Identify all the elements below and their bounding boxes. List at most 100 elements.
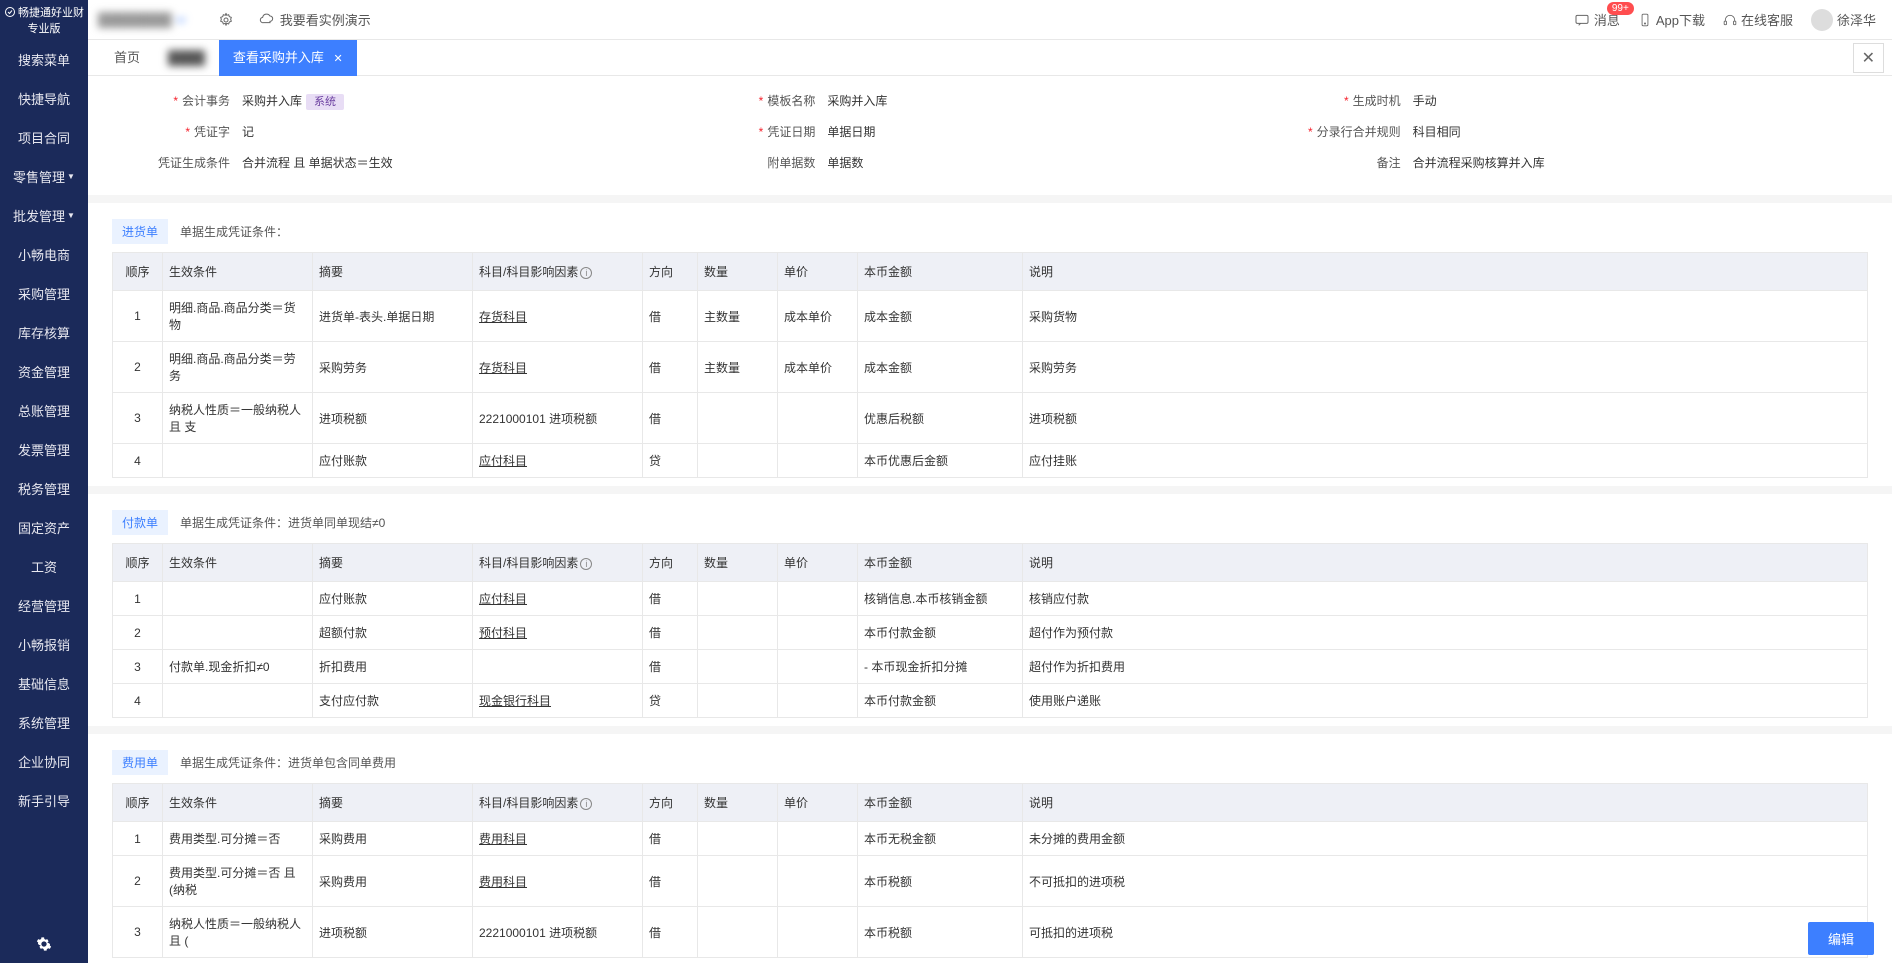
close-all-tabs[interactable]: ✕	[1853, 43, 1884, 73]
table-cell: 3	[113, 650, 163, 684]
org-selector[interactable]: ████████	[90, 8, 194, 31]
sidebar-item[interactable]: 采购管理	[0, 274, 88, 313]
table-row: 4应付账款应付科目贷本币优惠后金额应付挂账	[113, 444, 1868, 478]
table-cell	[778, 650, 858, 684]
form-value: 单据日期	[827, 123, 875, 140]
sidebar-item[interactable]: 工资	[0, 547, 88, 586]
close-icon[interactable]: ✕	[334, 53, 343, 65]
demo-link[interactable]: 我要看实例演示	[258, 10, 371, 29]
form-section: 会计事务采购并入库系统模板名称采购并入库生成时机手动凭证字记凭证日期单据日期分录…	[88, 76, 1892, 195]
sidebar-item[interactable]: 发票管理	[0, 430, 88, 469]
table-row: 2超额付款预付科目借本币付款金额超付作为预付款	[113, 616, 1868, 650]
account-link[interactable]: 存货科目	[479, 310, 527, 324]
sidebar-item[interactable]: 项目合同	[0, 118, 88, 157]
gear-icon	[218, 12, 234, 28]
table-cell	[698, 393, 778, 444]
account-link[interactable]: 预付科目	[479, 626, 527, 640]
table-header: 科目/科目影响因素i	[473, 544, 643, 582]
table-header: 方向	[643, 784, 698, 822]
table-cell: 超额付款	[313, 616, 473, 650]
account-link[interactable]: 现金银行科目	[479, 694, 551, 708]
sidebar-item[interactable]: 总账管理	[0, 391, 88, 430]
sidebar-item[interactable]: 快捷导航	[0, 79, 88, 118]
table-cell: 核销应付款	[1023, 582, 1868, 616]
table-cell: 4	[113, 444, 163, 478]
sidebar-item[interactable]: 固定资产	[0, 508, 88, 547]
sidebar-item[interactable]: 批发管理▼	[0, 196, 88, 235]
messages[interactable]: 消息 99+	[1574, 10, 1620, 29]
chevron-down-icon: ▼	[67, 172, 75, 181]
account-link[interactable]: 费用科目	[479, 832, 527, 846]
account-link[interactable]: 应付科目	[479, 454, 527, 468]
sidebar-item[interactable]: 小畅电商	[0, 235, 88, 274]
brand-title: 畅捷通好业财	[18, 4, 84, 20]
sidebar-item[interactable]: 搜索菜单	[0, 40, 88, 79]
section-condition: 单据生成凭证条件：	[180, 223, 288, 240]
table-cell: 借	[643, 616, 698, 650]
table-cell: 进项税额	[1023, 393, 1868, 444]
voucher-table: 顺序生效条件摘要科目/科目影响因素i方向数量单价本币金额说明1明细.商品.商品分…	[112, 252, 1868, 478]
footer: 编辑	[1808, 922, 1874, 955]
org-settings[interactable]	[218, 12, 234, 28]
account-link[interactable]: 存货科目	[479, 361, 527, 375]
table-cell: 借	[643, 650, 698, 684]
table-cell	[698, 856, 778, 907]
message-icon	[1574, 12, 1590, 28]
brand-sub: 专业版	[28, 20, 61, 36]
sidebar-item[interactable]: 经营管理	[0, 586, 88, 625]
table-cell: 2	[113, 856, 163, 907]
table-cell	[778, 684, 858, 718]
table-cell: 采购货物	[1023, 291, 1868, 342]
table-header: 摘要	[313, 253, 473, 291]
tab-view-purchase[interactable]: 查看采购并入库 ✕	[219, 40, 357, 76]
table-row: 1明细.商品.商品分类＝货物进货单-表头.单据日期存货科目借主数量成本单价成本金…	[113, 291, 1868, 342]
online-service[interactable]: 在线客服	[1723, 10, 1793, 29]
table-header: 单价	[778, 253, 858, 291]
download-label: App下载	[1656, 10, 1705, 29]
tab-home[interactable]: 首页	[100, 40, 154, 76]
table-cell: 不可抵扣的进项税	[1023, 856, 1868, 907]
table-cell	[778, 616, 858, 650]
sidebar-item[interactable]: 新手引导	[0, 781, 88, 820]
table-cell: 借	[643, 291, 698, 342]
info-icon[interactable]: i	[580, 798, 592, 810]
edit-button[interactable]: 编辑	[1808, 922, 1874, 955]
table-header: 生效条件	[163, 544, 313, 582]
user-menu[interactable]: 徐泽华	[1811, 9, 1876, 31]
account-link[interactable]: 应付科目	[479, 592, 527, 606]
settings-gear[interactable]	[0, 925, 88, 963]
table-header: 单价	[778, 784, 858, 822]
info-icon[interactable]: i	[580, 558, 592, 570]
table-cell: 应付挂账	[1023, 444, 1868, 478]
sidebar-item[interactable]: 零售管理▼	[0, 157, 88, 196]
section-title: 进货单	[112, 219, 168, 244]
table-header: 方向	[643, 544, 698, 582]
account-link[interactable]: 费用科目	[479, 875, 527, 889]
table-header: 摘要	[313, 544, 473, 582]
table-cell	[778, 444, 858, 478]
table-cell	[698, 444, 778, 478]
avatar	[1811, 9, 1833, 31]
table-cell: 贷	[643, 684, 698, 718]
sidebar-item[interactable]: 库存核算	[0, 313, 88, 352]
sidebar-item[interactable]: 资金管理	[0, 352, 88, 391]
table-cell: 进项税额	[313, 393, 473, 444]
nav: 搜索菜单快捷导航项目合同零售管理▼批发管理▼小畅电商采购管理库存核算资金管理总账…	[0, 40, 88, 925]
table-cell: - 本币现金折扣分摊	[858, 650, 1023, 684]
table-header: 数量	[698, 253, 778, 291]
card-section: 进货单单据生成凭证条件： 顺序生效条件摘要科目/科目影响因素i方向数量单价本币金额…	[88, 195, 1892, 486]
sidebar-item[interactable]: 小畅报销	[0, 625, 88, 664]
sidebar-item[interactable]: 系统管理	[0, 703, 88, 742]
sidebar-item[interactable]: 基础信息	[0, 664, 88, 703]
tab-blurred[interactable]: ████	[154, 40, 219, 76]
tabbar: 首页 ████ 查看采购并入库 ✕ ✕	[88, 40, 1892, 76]
app-download[interactable]: App下载	[1638, 10, 1705, 29]
form-label: 附单据数	[697, 154, 827, 171]
table-cell	[698, 650, 778, 684]
sidebar-item[interactable]: 企业协同	[0, 742, 88, 781]
sidebar-item[interactable]: 税务管理	[0, 469, 88, 508]
table-cell: 2221000101 进项税额	[473, 393, 643, 444]
table-header: 生效条件	[163, 253, 313, 291]
form-label: 生成时机	[1283, 92, 1413, 109]
info-icon[interactable]: i	[580, 267, 592, 279]
